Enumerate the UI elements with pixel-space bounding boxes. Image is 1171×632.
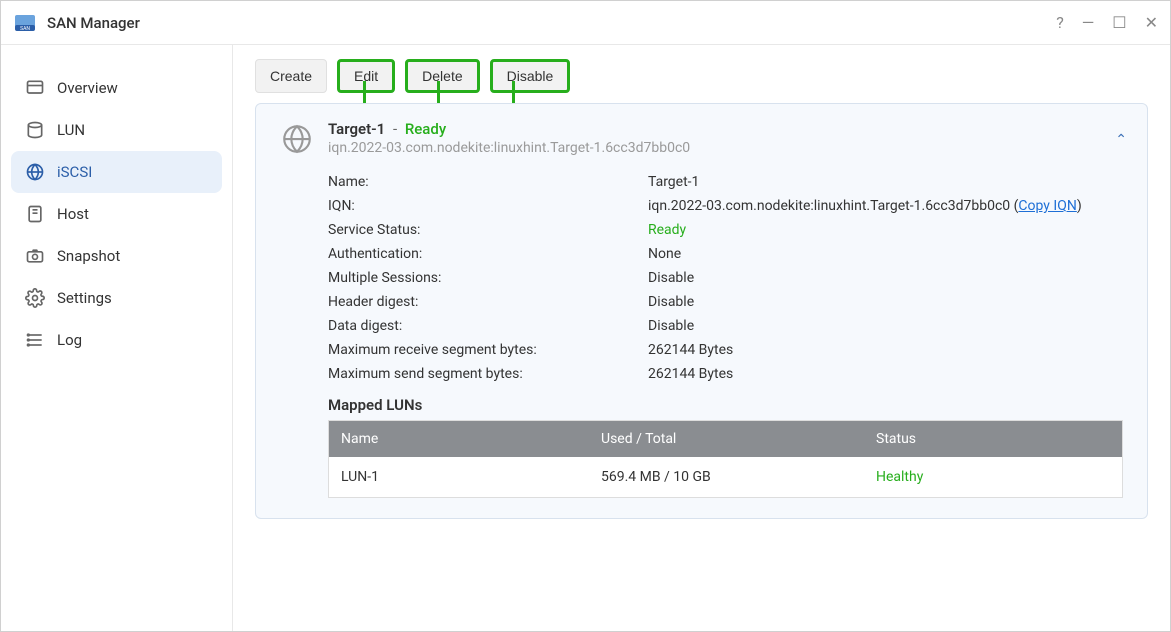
mapped-luns-title: Mapped LUNs	[328, 396, 1123, 414]
prop-label-header-digest: Header digest:	[328, 294, 648, 310]
collapse-icon[interactable]: ⌃	[1115, 132, 1127, 148]
main-content: Create Edit Delete Disable 1 2 3 Target-…	[233, 45, 1170, 631]
overview-icon	[25, 78, 45, 98]
prop-value-service-status: Ready	[648, 222, 686, 238]
snapshot-icon	[25, 246, 45, 266]
target-title: Target-1 - Ready	[328, 120, 690, 138]
host-icon	[25, 204, 45, 224]
prop-value-iqn: iqn.2022-03.com.nodekite:linuxhint.Targe…	[648, 198, 1082, 214]
prop-label-max-send: Maximum send segment bytes:	[328, 366, 648, 382]
app-icon: SAN	[13, 11, 37, 35]
close-icon[interactable]: ✕	[1145, 13, 1158, 32]
create-button[interactable]: Create	[255, 59, 327, 93]
prop-value-max-recv: 262144 Bytes	[648, 342, 733, 358]
target-name: Target-1	[328, 120, 385, 138]
prop-label-data-digest: Data digest:	[328, 318, 648, 334]
prop-value-header-digest: Disable	[648, 294, 694, 310]
cell-lun-used: 569.4 MB / 10 GB	[589, 469, 864, 485]
prop-value-name: Target-1	[648, 174, 699, 190]
sidebar-item-iscsi[interactable]: iSCSI	[11, 151, 222, 193]
sidebar-item-settings[interactable]: Settings	[11, 277, 222, 319]
target-card: Target-1 - Ready iqn.2022-03.com.nodekit…	[255, 103, 1148, 519]
sidebar-item-label: Host	[57, 205, 89, 223]
sidebar-item-label: Overview	[57, 79, 118, 97]
prop-label-max-recv: Maximum receive segment bytes:	[328, 342, 648, 358]
prop-label-name: Name:	[328, 174, 648, 190]
delete-button[interactable]: Delete	[405, 59, 479, 93]
sidebar-item-label: LUN	[57, 121, 85, 139]
prop-label-iqn: IQN:	[328, 198, 648, 214]
edit-button[interactable]: Edit	[337, 59, 395, 93]
app-title: SAN Manager	[47, 14, 1056, 32]
sidebar-item-label: Settings	[57, 289, 112, 307]
gear-icon	[25, 288, 45, 308]
prop-value-data-digest: Disable	[648, 318, 694, 334]
sidebar-item-overview[interactable]: Overview	[11, 67, 222, 109]
cell-lun-name: LUN-1	[329, 469, 589, 485]
minimize-icon[interactable]: —	[1082, 13, 1095, 32]
maximize-icon[interactable]: ☐	[1112, 13, 1126, 32]
prop-label-authentication: Authentication:	[328, 246, 648, 262]
sidebar: Overview LUN iSCSI Host Snapshot Setting…	[1, 45, 233, 631]
col-header-status: Status	[864, 431, 1122, 447]
prop-value-max-send: 262144 Bytes	[648, 366, 733, 382]
sidebar-item-label: Log	[57, 331, 82, 349]
target-iqn-subtitle: iqn.2022-03.com.nodekite:linuxhint.Targe…	[328, 140, 690, 156]
col-header-used: Used / Total	[589, 431, 864, 447]
disable-button[interactable]: Disable	[490, 59, 571, 93]
svg-text:SAN: SAN	[20, 26, 30, 32]
copy-iqn-link[interactable]: Copy IQN	[1018, 198, 1076, 214]
sidebar-item-snapshot[interactable]: Snapshot	[11, 235, 222, 277]
sidebar-item-label: iSCSI	[57, 163, 92, 181]
globe-icon	[280, 122, 314, 156]
sidebar-item-log[interactable]: Log	[11, 319, 222, 361]
prop-value-multiple-sessions: Disable	[648, 270, 694, 286]
toolbar: Create Edit Delete Disable	[255, 59, 1148, 93]
prop-label-service-status: Service Status:	[328, 222, 648, 238]
mapped-luns-table: Name Used / Total Status LUN-1 569.4 MB …	[328, 420, 1123, 498]
prop-label-multiple-sessions: Multiple Sessions:	[328, 270, 648, 286]
prop-value-authentication: None	[648, 246, 681, 262]
sidebar-item-host[interactable]: Host	[11, 193, 222, 235]
lun-icon	[25, 120, 45, 140]
table-row[interactable]: LUN-1 569.4 MB / 10 GB Healthy	[329, 457, 1122, 497]
log-icon	[25, 330, 45, 350]
target-status: Ready	[405, 120, 446, 138]
sidebar-item-lun[interactable]: LUN	[11, 109, 222, 151]
iscsi-icon	[25, 162, 45, 182]
help-icon[interactable]: ?	[1056, 13, 1064, 32]
sidebar-item-label: Snapshot	[57, 247, 120, 265]
cell-lun-status: Healthy	[864, 469, 1122, 485]
col-header-name: Name	[329, 431, 589, 447]
title-bar: SAN SAN Manager ? — ☐ ✕	[1, 1, 1170, 45]
